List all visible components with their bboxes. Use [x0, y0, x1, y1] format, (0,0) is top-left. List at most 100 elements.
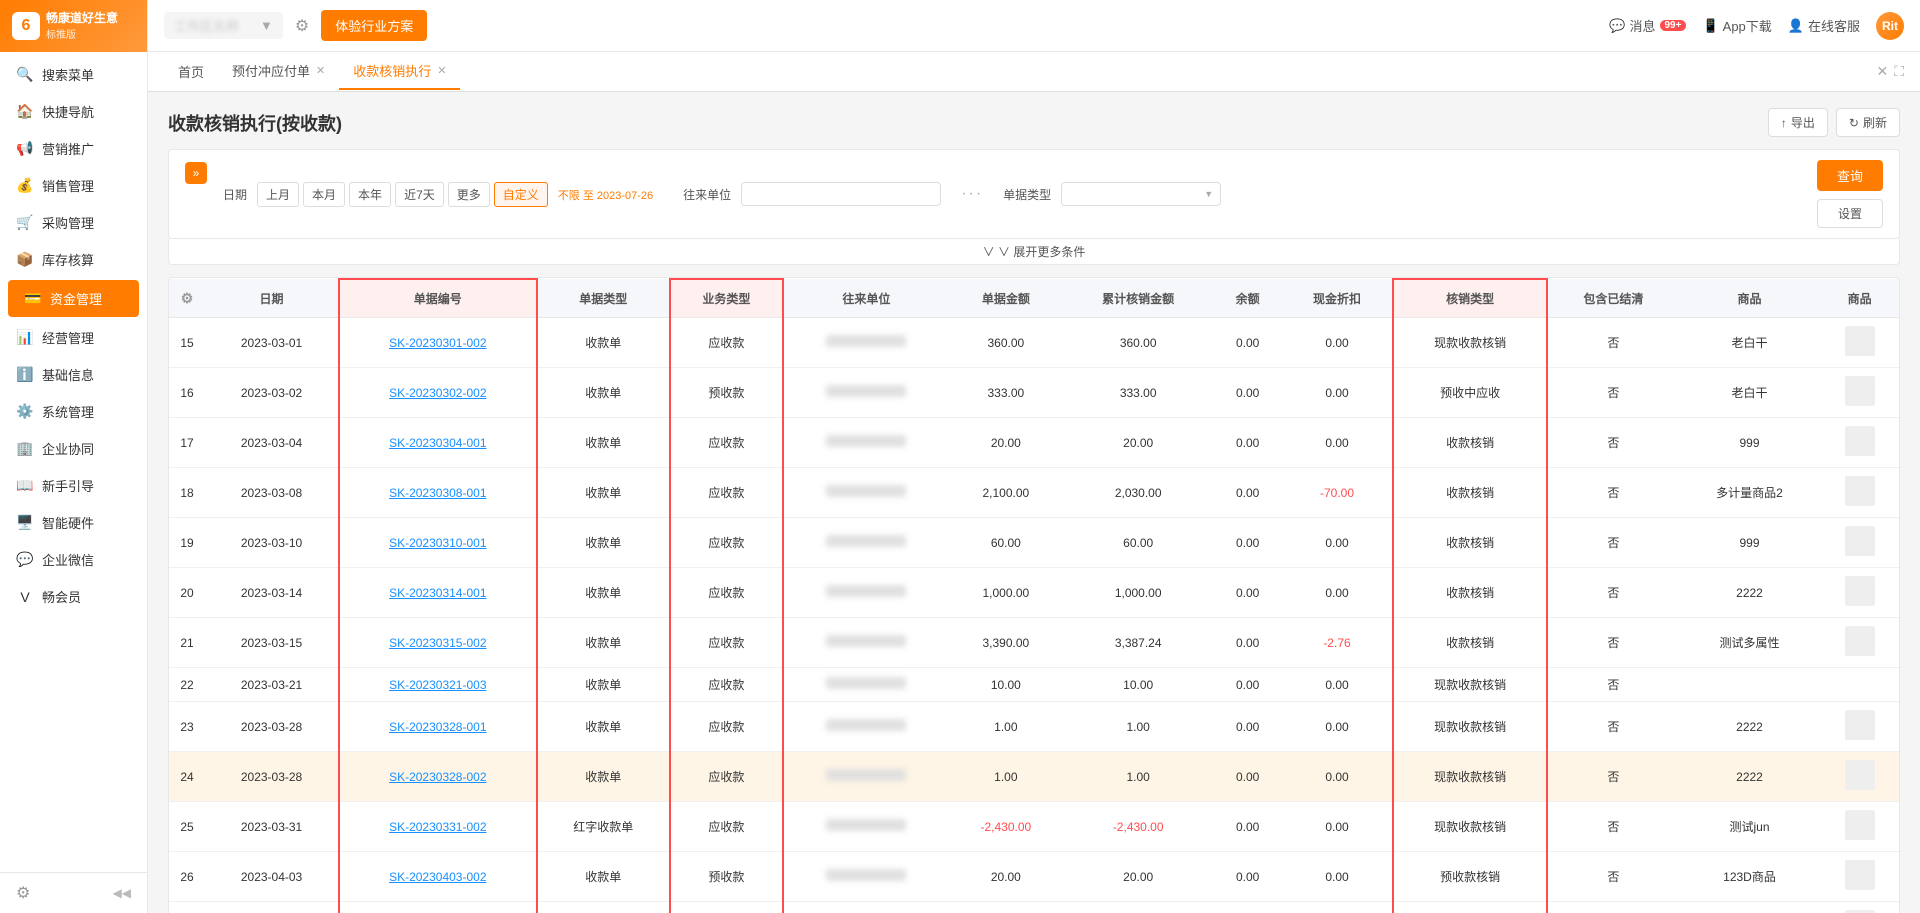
docno-link[interactable]: SK-20230308-001 [389, 486, 486, 500]
sidebar-item-corp[interactable]: 🏢 企业协同 [0, 430, 147, 467]
date-btn-last-month[interactable]: 上月 [257, 182, 299, 207]
cell-no: 18 [169, 468, 205, 518]
cell-goods2 [1820, 618, 1899, 668]
col-gear[interactable]: ⚙ [169, 279, 205, 318]
docno-link[interactable]: SK-20230403-002 [389, 870, 486, 884]
sidebar-item-sales[interactable]: 💰 销售管理 [0, 167, 147, 204]
docno-link[interactable]: SK-20230328-001 [389, 720, 486, 734]
sidebar-item-system[interactable]: ⚙️ 系统管理 [0, 393, 147, 430]
sidebar-item-wechat[interactable]: 💬 企业微信 [0, 541, 147, 578]
docno-link[interactable]: SK-20230314-001 [389, 586, 486, 600]
docno-link[interactable]: SK-20230310-001 [389, 536, 486, 550]
message-badge[interactable]: 💬 消息 99+ [1609, 16, 1686, 35]
query-button[interactable]: 查询 [1817, 160, 1883, 191]
wechat-icon: 💬 [16, 551, 34, 568]
tab-receipts-close[interactable]: ✕ [437, 64, 446, 77]
inventory-icon: 📦 [16, 251, 34, 268]
gear-icon[interactable]: ⚙ [295, 16, 309, 36]
docno-link[interactable]: SK-20230304-001 [389, 436, 486, 450]
sidebar-item-search[interactable]: 🔍 搜索菜单 [0, 56, 147, 93]
table-gear-icon[interactable]: ⚙ [181, 290, 194, 306]
col-hxtype: 核销类型 [1393, 279, 1547, 318]
sidebar-item-label-basic: 基础信息 [42, 365, 94, 384]
cell-partner [783, 702, 949, 752]
cell-no: 23 [169, 702, 205, 752]
cell-biztype: 应收款 [670, 418, 783, 468]
doctype-filter-select[interactable] [1061, 182, 1221, 206]
sidebar-settings-icon[interactable]: ⚙ [16, 883, 30, 903]
cell-no: 27 [169, 902, 205, 913]
corp-icon: 🏢 [16, 440, 34, 457]
date-custom-btn[interactable]: 自定义 [494, 182, 548, 207]
sidebar-item-label-finance: 资金管理 [50, 289, 102, 308]
tab-receipts[interactable]: 收款核销执行 ✕ [339, 53, 460, 90]
cell-docno: SK-20230403-002 [339, 852, 536, 902]
cell-amount: -2,430.00 [949, 802, 1063, 852]
workspace-selector[interactable]: 工作区名称 ▼ [164, 12, 283, 39]
sidebar-item-marketing[interactable]: 📢 营销推广 [0, 130, 147, 167]
export-button[interactable]: ↑ 导出 [1768, 108, 1828, 137]
table-row: 25 2023-03-31 SK-20230331-002 红字收款单 应收款 … [169, 802, 1899, 852]
docno-link[interactable]: SK-20230321-003 [389, 678, 486, 692]
cell-goods1: 多计量商品2 [1679, 468, 1820, 518]
filter-settings-button[interactable]: 设置 [1817, 199, 1883, 228]
cell-date: 2023-03-31 [205, 802, 339, 852]
online-service-link[interactable]: 👤 在线客服 [1788, 16, 1860, 35]
sidebar-item-member[interactable]: V 畅会员 [0, 578, 147, 615]
industry-solution-button[interactable]: 体验行业方案 [321, 10, 427, 41]
tab-prepay[interactable]: 预付冲应付单 ✕ [218, 53, 339, 90]
sidebar-item-guide[interactable]: 📖 新手引导 [0, 467, 147, 504]
cell-included: 否 [1547, 568, 1679, 618]
docno-link[interactable]: SK-20230328-002 [389, 770, 486, 784]
docno-link[interactable]: SK-20230315-002 [389, 636, 486, 650]
date-btn-7days[interactable]: 近7天 [395, 182, 444, 207]
cell-no: 17 [169, 418, 205, 468]
cell-discount: 0.00 [1282, 368, 1393, 418]
cell-biztype: 应收款 [670, 468, 783, 518]
home-icon: 🏠 [16, 103, 34, 120]
expand-more-conditions[interactable]: ∨ ∨ 展开更多条件 [168, 239, 1900, 265]
partner-filter-input[interactable] [741, 182, 941, 206]
sidebar-item-basic[interactable]: ℹ️ 基础信息 [0, 356, 147, 393]
tab-prepay-close[interactable]: ✕ [316, 64, 325, 77]
app-download-link[interactable]: 📱 App下载 [1702, 16, 1771, 35]
more-filters-dots[interactable]: ··· [951, 185, 993, 203]
cell-included: 否 [1547, 752, 1679, 802]
cell-doctype: 收款单 [537, 668, 670, 702]
message-label: 消息 [1629, 16, 1655, 35]
workspace-name: 工作区名称 [174, 16, 254, 35]
cell-doctype: 收款单 [537, 418, 670, 468]
sidebar-item-label-member: 畅会员 [42, 587, 81, 606]
cell-doctype: 收款单 [537, 518, 670, 568]
date-btn-this-month[interactable]: 本月 [303, 182, 345, 207]
sidebar-item-purchase[interactable]: 🛒 采购管理 [0, 204, 147, 241]
table-row: 17 2023-03-04 SK-20230304-001 收款单 应收款 20… [169, 418, 1899, 468]
sidebar-item-inventory[interactable]: 📦 库存核算 [0, 241, 147, 278]
sidebar-item-quicknav[interactable]: 🏠 快捷导航 [0, 93, 147, 130]
user-avatar[interactable]: Rit [1876, 12, 1904, 40]
docno-link[interactable]: SK-20230302-002 [389, 386, 486, 400]
sidebar-item-finance[interactable]: 💳 资金管理 [8, 280, 139, 317]
refresh-button[interactable]: ↻ 刷新 [1836, 108, 1900, 137]
tab-home[interactable]: 首页 [164, 54, 218, 89]
tab-expand-icon[interactable]: ⛶ [1894, 63, 1904, 80]
sidebar-item-ops[interactable]: 📊 经营管理 [0, 319, 147, 356]
cell-included: 否 [1547, 668, 1679, 702]
date-btn-this-year[interactable]: 本年 [349, 182, 391, 207]
cell-balance: 0.00 [1213, 668, 1281, 702]
cell-no: 21 [169, 618, 205, 668]
cell-included: 否 [1547, 802, 1679, 852]
docno-link[interactable]: SK-20230301-002 [389, 336, 486, 350]
guide-icon: 📖 [16, 477, 34, 494]
sidebar-item-hardware[interactable]: 🖥️ 智能硬件 [0, 504, 147, 541]
cell-docno: SK-20230304-001 [339, 418, 536, 468]
docno-link[interactable]: SK-20230331-002 [389, 820, 486, 834]
table-container[interactable]: ⚙ 日期 单据编号 单据类型 业务类型 往来单位 单据金额 累计核销金额 余额 … [169, 278, 1899, 913]
tab-close-all-icon[interactable]: ✕ [1876, 63, 1888, 80]
cell-goods2 [1820, 852, 1899, 902]
date-btn-more[interactable]: 更多 [448, 182, 490, 207]
cell-no: 26 [169, 852, 205, 902]
sidebar-collapse-icon[interactable]: ◀◀ [113, 886, 131, 900]
cell-docno: SK-20230308-001 [339, 468, 536, 518]
filter-expand-button[interactable]: » [185, 162, 207, 184]
